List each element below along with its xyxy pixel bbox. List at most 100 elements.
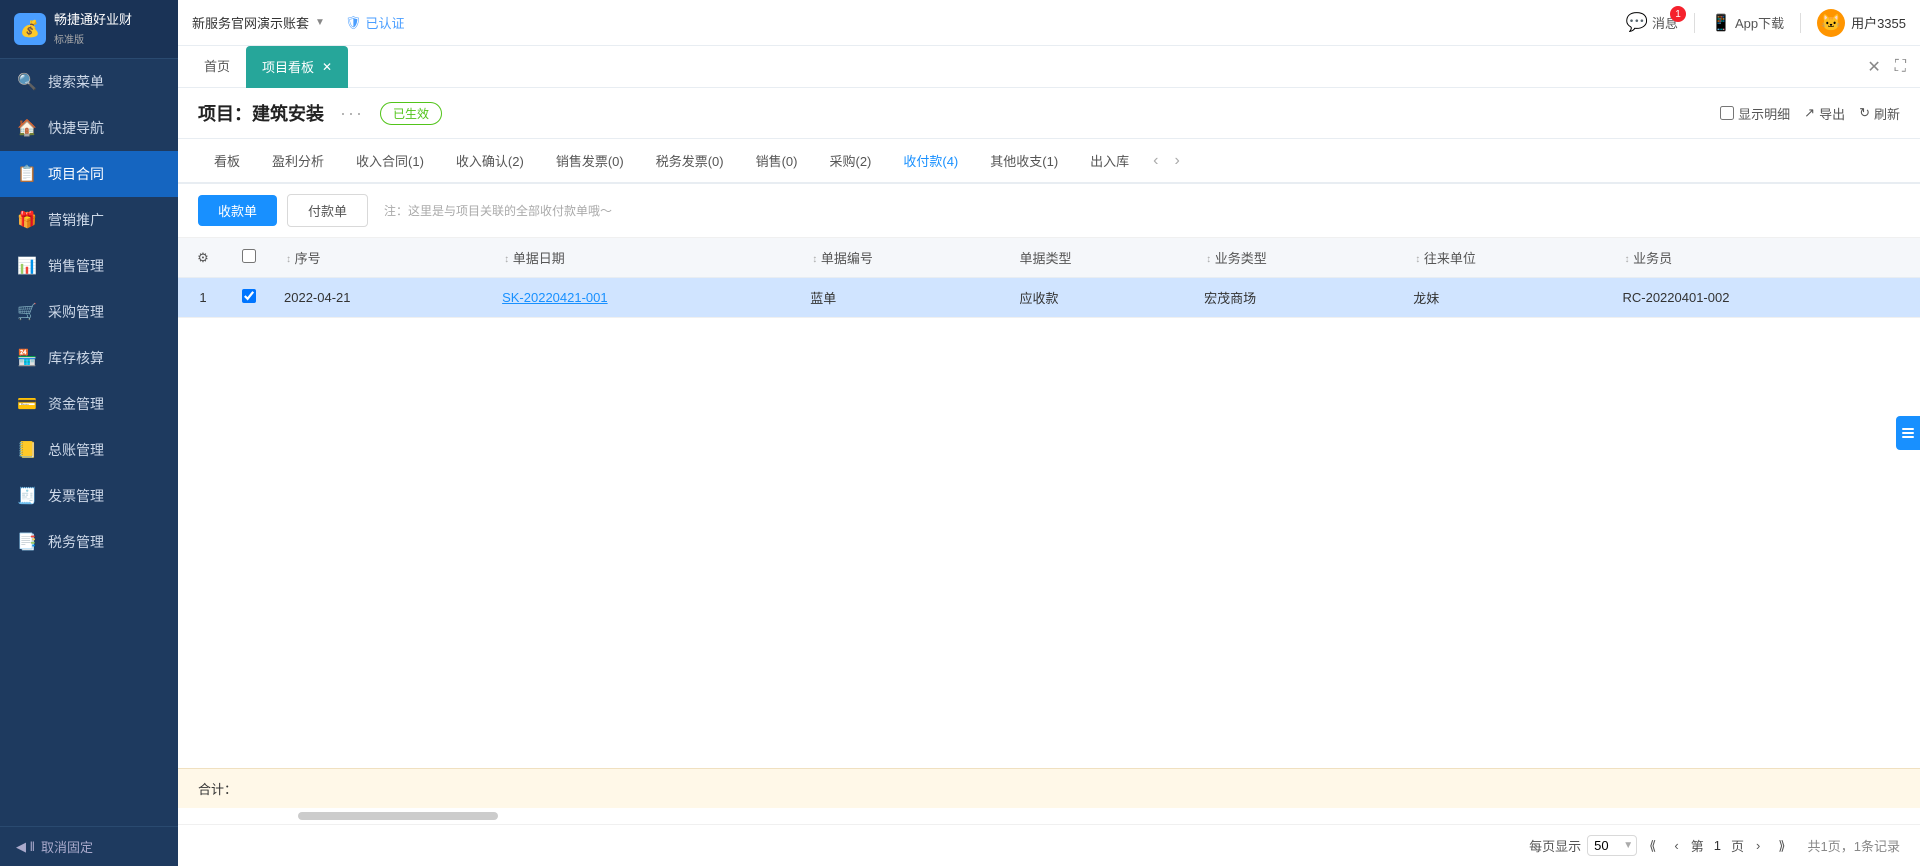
row-number[interactable]: SK-20220421-001 <box>488 278 796 318</box>
sidebar-item-contract[interactable]: 📋 项目合同 <box>0 151 178 197</box>
sidebar-item-inventory[interactable]: 🏪 库存核算 <box>0 335 178 381</box>
sidebar-item-ledger[interactable]: 📒 总账管理 <box>0 427 178 473</box>
nav-tab-sales[interactable]: 销售(0) <box>740 139 814 184</box>
export-button[interactable]: ↗ 导出 <box>1804 104 1845 123</box>
sidebar-item-marketing[interactable]: 🎁 营销推广 <box>0 197 178 243</box>
message-badge: 1 <box>1670 6 1686 22</box>
sidebar-item-tax[interactable]: 📑 税务管理 <box>0 519 178 565</box>
nav-tab-purchase-label: 采购(2) <box>829 154 871 169</box>
sidebar-item-purchase[interactable]: 🛒 采购管理 <box>0 289 178 335</box>
nav-tab-income-contract[interactable]: 收入合同(1) <box>340 139 440 184</box>
prev-page-button[interactable]: ‹ <box>1668 836 1684 855</box>
pagination: 每页显示 50 100 200 ▼ ⟪ ‹ 第 1 页 › ⟫ 共1页，1条记录 <box>178 824 1920 866</box>
sort-icon-income[interactable]: ↕ <box>1624 255 1629 264</box>
sidebar-item-sales[interactable]: 📊 销售管理 <box>0 243 178 289</box>
project-label: 项目： <box>198 100 252 126</box>
sidebar-item-capital[interactable]: 💳 资金管理 <box>0 381 178 427</box>
sort-icon-salesperson[interactable]: ↕ <box>1415 255 1420 264</box>
sidebar-item-label: 搜索菜单 <box>48 72 104 92</box>
sort-icon-date[interactable]: ↕ <box>286 255 291 264</box>
more-options-icon[interactable]: ··· <box>340 103 364 124</box>
tab-project-board[interactable]: 项目看板 ✕ <box>246 46 348 88</box>
avatar: 🐱 <box>1817 9 1845 37</box>
sidebar-nav: 🔍 搜索菜单 🏠 快捷导航 📋 项目合同 🎁 营销推广 📊 销售管理 🛒 采购管… <box>0 59 178 826</box>
maximize-button[interactable]: ⛶ <box>1891 53 1910 81</box>
message-icon: 💬 <box>1626 12 1648 33</box>
row-check[interactable] <box>242 289 256 303</box>
nav-next-arrow[interactable]: › <box>1167 152 1188 170</box>
sidebar-item-label: 发票管理 <box>48 486 104 506</box>
nav-tab-purchase[interactable]: 采购(2) <box>813 139 887 184</box>
app-download-button[interactable]: 📱 App下载 <box>1711 13 1784 33</box>
refresh-icon: ↻ <box>1859 105 1870 121</box>
settings-icon[interactable]: ⚙ <box>197 250 209 265</box>
sidebar-item-nav[interactable]: 🏠 快捷导航 <box>0 105 178 151</box>
subtab-bar: 收款单 付款单 注：这里是与项目关联的全部收付款单哦～ <box>178 184 1920 238</box>
row-number-link[interactable]: SK-20220421-001 <box>502 290 608 305</box>
nav-tab-kanban-label: 看板 <box>214 154 240 169</box>
nav-tab-tax-invoice[interactable]: 税务发票(0) <box>640 139 740 184</box>
chevron-down-icon: ▼ <box>315 17 325 28</box>
nav-tab-kanban[interactable]: 看板 <box>198 139 256 184</box>
subtab-receipt[interactable]: 收款单 <box>198 195 277 226</box>
sidebar-logo: 💰 畅捷通好业财 标准版 <box>0 0 178 59</box>
sort-icon-number[interactable]: ↕ <box>504 255 509 264</box>
sidebar-item-search[interactable]: 🔍 搜索菜单 <box>0 59 178 105</box>
user-name: 用户3355 <box>1851 13 1906 32</box>
tab-home-label: 首页 <box>204 56 230 75</box>
row-checkbox[interactable] <box>228 278 270 318</box>
horizontal-scroll[interactable] <box>178 808 1920 824</box>
table-row[interactable]: 1 2022-04-21 SK-20220421-001 蓝单 应收款 宏茂商场… <box>178 278 1920 318</box>
side-panel-button[interactable] <box>1896 416 1920 450</box>
divider2 <box>1800 13 1801 33</box>
row-biz-type: 应收款 <box>1005 278 1190 318</box>
nav-tab-warehouse[interactable]: 出入库 <box>1074 139 1145 184</box>
per-page-select[interactable]: 50 100 200 <box>1587 835 1637 856</box>
last-page-button[interactable]: ⟫ <box>1772 836 1791 856</box>
nav-tab-other-income[interactable]: 其他收支(1) <box>974 139 1074 184</box>
nav-tab-profit-label: 盈利分析 <box>272 154 324 169</box>
col-header-type: ↕ 单据编号 <box>796 238 1005 278</box>
close-window-button[interactable]: ✕ <box>1863 53 1884 81</box>
project-name: 建筑安装 <box>252 100 324 126</box>
sort-icon-type[interactable]: ↕ <box>812 255 817 264</box>
refresh-button[interactable]: ↻ 刷新 <box>1859 104 1900 123</box>
table-container: ⚙ ↕ 序号 ↕ 单据日期 <box>178 238 1920 768</box>
nav-tab-profit[interactable]: 盈利分析 <box>256 139 340 184</box>
sidebar-item-invoice[interactable]: 🧾 发票管理 <box>0 473 178 519</box>
first-page-button[interactable]: ⟪ <box>1643 836 1662 856</box>
next-page-button[interactable]: › <box>1750 836 1766 855</box>
content-area: 项目： 建筑安装 ··· 已生效 显示明细 ↗ 导出 ↻ 刷新 <box>178 88 1920 866</box>
show-detail-check[interactable] <box>1720 106 1734 120</box>
project-status-badge: 已生效 <box>380 102 442 125</box>
col-header-biz-type: 单据类型 <box>1005 238 1190 278</box>
tab-close-icon[interactable]: ✕ <box>322 60 332 74</box>
nav-tab-payment[interactable]: 收付款(4) <box>887 139 974 184</box>
nav-prev-arrow[interactable]: ‹ <box>1145 152 1166 170</box>
nav-tab-income-contract-label: 收入合同(1) <box>356 154 424 169</box>
nav-tab-payment-label: 收付款(4) <box>903 154 958 169</box>
scroll-thumb[interactable] <box>298 812 498 820</box>
cancel-fixed-button[interactable]: ◀ ‖ 取消固定 <box>0 826 178 866</box>
user-menu[interactable]: 🐱 用户3355 <box>1817 9 1906 37</box>
row-seq: 1 <box>178 278 228 318</box>
col-check[interactable] <box>228 238 270 278</box>
account-name: 新服务官网演示账套 <box>192 13 309 32</box>
col-number-label: 单据日期 <box>513 251 565 266</box>
subtab-payment[interactable]: 付款单 <box>287 194 368 227</box>
col-header-date: ↕ 序号 <box>270 238 488 278</box>
sort-icon-partner[interactable]: ↕ <box>1206 255 1211 264</box>
account-selector[interactable]: 新服务官网演示账套 ▼ <box>192 13 325 32</box>
message-button[interactable]: 💬 1 消息 <box>1626 12 1678 33</box>
nav-tab-sales-invoice[interactable]: 销售发票(0) <box>540 139 640 184</box>
purchase-icon: 🛒 <box>16 301 38 323</box>
show-detail-checkbox[interactable]: 显示明细 <box>1720 104 1790 123</box>
nav-tab-income-confirm[interactable]: 收入确认(2) <box>440 139 540 184</box>
select-all-checkbox[interactable] <box>242 249 256 263</box>
nav-tab-income-confirm-label: 收入确认(2) <box>456 154 524 169</box>
col-settings[interactable]: ⚙ <box>178 238 228 278</box>
tab-project-board-label: 项目看板 <box>262 57 314 76</box>
sidebar-item-label: 税务管理 <box>48 532 104 552</box>
nav-tab-warehouse-label: 出入库 <box>1090 154 1129 169</box>
tab-home[interactable]: 首页 <box>188 46 246 88</box>
